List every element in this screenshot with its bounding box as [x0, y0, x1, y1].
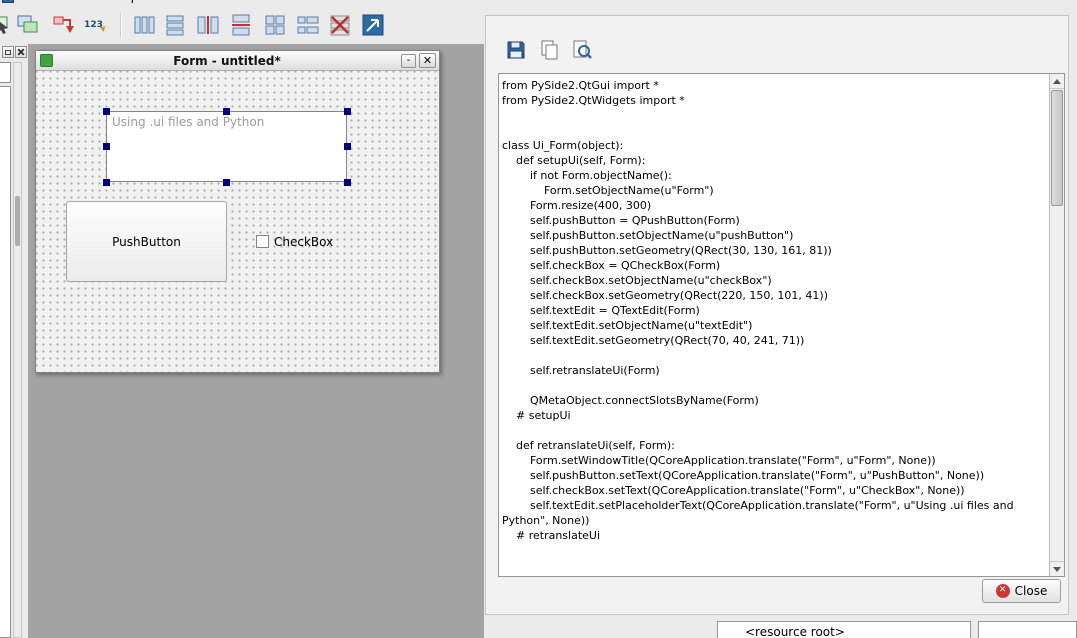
edit-signals-slots-icon[interactable]	[51, 12, 77, 38]
code-preview-dialog: from PySide2.QtGui import * from PySide2…	[485, 15, 1069, 615]
dock-float-button[interactable]	[2, 46, 14, 58]
selection-handle-ne[interactable]	[344, 108, 351, 115]
layout-grid-icon[interactable]	[262, 12, 288, 38]
selection-handle-se[interactable]	[344, 179, 351, 186]
menu-window[interactable]: Window	[36, 0, 87, 4]
designed-pushbutton[interactable]: PushButton	[66, 201, 227, 282]
generated-code[interactable]: from PySide2.QtGui import * from PySide2…	[502, 78, 1042, 543]
selection-handle-sw[interactable]	[103, 179, 110, 186]
edit-widgets-icon[interactable]	[0, 12, 14, 38]
textedit-placeholder: Using .ui files and Python	[107, 112, 346, 132]
scroll-down-button[interactable]	[1050, 561, 1064, 576]
main-toolbar: 123	[0, 8, 480, 44]
toolbar-separator	[120, 14, 122, 38]
find-icon[interactable]	[570, 38, 594, 62]
widgetbox-list-fragment[interactable]	[0, 86, 11, 638]
resource-panel-fragment	[978, 621, 1077, 638]
arrow-up-icon	[1053, 79, 1061, 84]
selection-handle-nw[interactable]	[103, 108, 110, 115]
mdi-area: Form - untitled* - ✕ Using .ui files and…	[28, 44, 484, 638]
scroll-up-button[interactable]	[1050, 74, 1064, 89]
form-canvas[interactable]: Using .ui files and Python PushButton Ch…	[36, 71, 439, 372]
break-layout-icon[interactable]	[327, 12, 353, 38]
designed-checkbox[interactable]: CheckBox	[256, 221, 357, 262]
selection-handle-s[interactable]	[223, 179, 230, 186]
form-window-titlebar[interactable]: Form - untitled* - ✕	[36, 51, 439, 71]
dialog-close-button[interactable]: ✕ Close	[982, 579, 1061, 603]
adjust-size-icon[interactable]	[360, 12, 386, 38]
qt-designer-screen: Window Help 123	[0, 0, 1077, 638]
form-window-icon	[40, 54, 53, 67]
close-icon	[17, 48, 25, 56]
pencil-icon	[100, 24, 108, 32]
code-scrollbar[interactable]	[1049, 74, 1064, 576]
scrollbar-thumb[interactable]	[15, 196, 20, 246]
form-window-title: Form - untitled*	[53, 54, 401, 68]
layout-vertical-icon[interactable]	[162, 12, 188, 38]
arrow-down-icon	[1053, 567, 1061, 572]
menu-help[interactable]: Help	[109, 0, 139, 4]
close-button-label: Close	[1015, 584, 1048, 598]
selection-handle-w[interactable]	[103, 143, 110, 150]
float-icon	[5, 50, 11, 55]
close-button[interactable]: ✕	[419, 53, 436, 68]
layout-form-icon[interactable]	[295, 12, 321, 38]
resource-root-item[interactable]: <resource root>	[717, 621, 971, 638]
app-icon	[2, 0, 14, 3]
edit-widgets-mode-icon[interactable]	[15, 12, 41, 38]
close-circle-icon: ✕	[996, 584, 1010, 598]
code-view[interactable]: from PySide2.QtGui import * from PySide2…	[498, 73, 1065, 577]
selection-handle-e[interactable]	[344, 143, 351, 150]
checkbox-label: CheckBox	[274, 235, 333, 249]
resource-root-label: <resource root>	[745, 625, 845, 638]
checkbox-indicator	[256, 235, 269, 248]
layout-horizontal-icon[interactable]	[131, 12, 157, 38]
widgetbox-scrollbar[interactable]	[13, 62, 22, 638]
edit-tab-order-icon[interactable]: 123	[82, 12, 108, 38]
scrollbar-thumb[interactable]	[1051, 90, 1063, 206]
save-icon[interactable]	[504, 38, 528, 62]
form-window: Form - untitled* - ✕ Using .ui files and…	[35, 50, 440, 373]
selection-handle-n[interactable]	[223, 108, 230, 115]
minimize-button[interactable]: -	[401, 54, 416, 68]
layout-splitter-horizontal-icon[interactable]	[195, 12, 221, 38]
dock-close-button[interactable]	[15, 46, 27, 58]
widgetbox-filter-fragment[interactable]	[0, 62, 11, 83]
copy-icon[interactable]	[538, 38, 562, 62]
layout-splitter-vertical-icon[interactable]	[228, 12, 254, 38]
designed-textedit[interactable]: Using .ui files and Python	[106, 111, 347, 182]
menubar: Window Help	[0, 0, 480, 7]
